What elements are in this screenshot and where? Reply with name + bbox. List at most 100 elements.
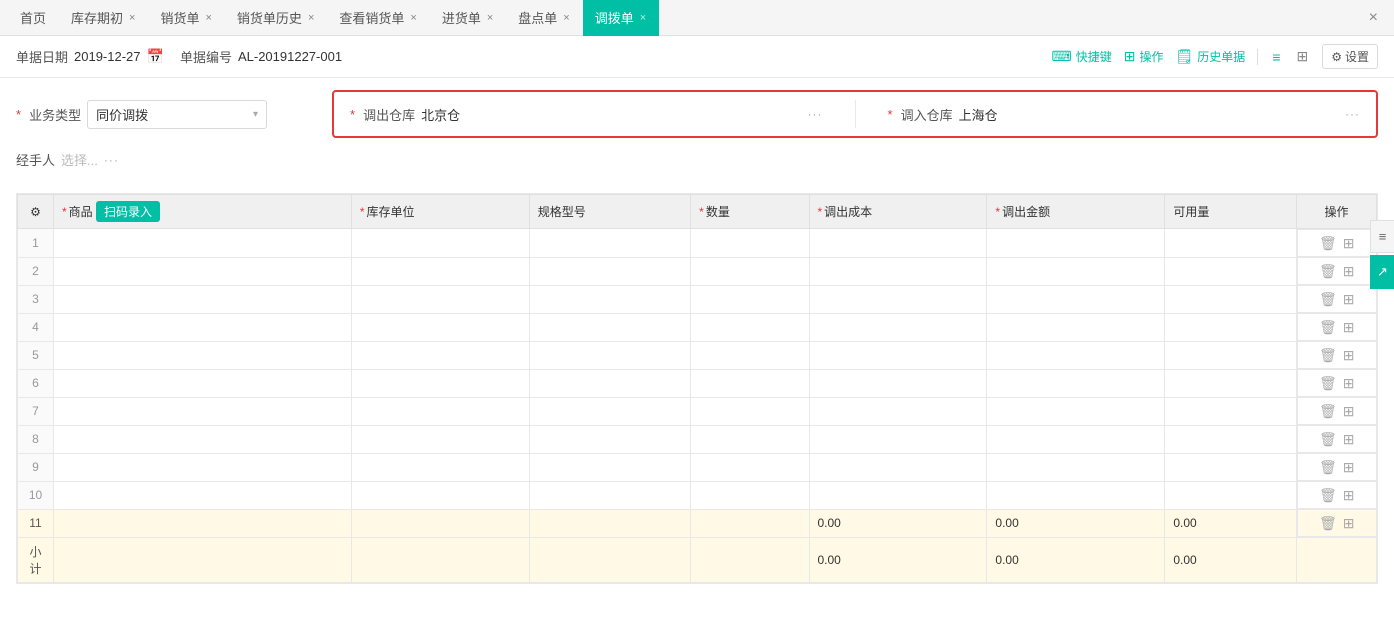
row-spec[interactable] xyxy=(529,481,690,509)
th-gear-col[interactable]: ⚙ xyxy=(18,195,54,229)
row-copy-btn[interactable]: ⊞ xyxy=(1342,430,1356,449)
row-unit[interactable] xyxy=(351,397,529,425)
row-copy-btn[interactable]: ⊞ xyxy=(1342,346,1356,365)
row-amount[interactable] xyxy=(987,257,1165,285)
row-spec[interactable] xyxy=(529,285,690,313)
row-amount[interactable] xyxy=(987,481,1165,509)
row-available[interactable] xyxy=(1165,285,1297,313)
side-expand-btn[interactable]: ↗ xyxy=(1370,255,1394,289)
row-goods[interactable] xyxy=(54,285,352,313)
row-copy-btn[interactable]: ⊞ xyxy=(1342,374,1356,393)
row-qty[interactable] xyxy=(691,481,809,509)
row-available[interactable] xyxy=(1165,453,1297,481)
row-available[interactable] xyxy=(1165,313,1297,341)
row-qty[interactable] xyxy=(691,285,809,313)
row-amount[interactable] xyxy=(987,425,1165,453)
row-qty[interactable] xyxy=(691,257,809,285)
row-amount[interactable] xyxy=(987,369,1165,397)
row-delete-btn[interactable]: 🗑 xyxy=(1318,374,1338,393)
row-qty[interactable] xyxy=(691,397,809,425)
row-delete-btn[interactable]: 🗑 xyxy=(1318,514,1338,533)
row-available[interactable] xyxy=(1165,257,1297,285)
row-unit[interactable] xyxy=(351,257,529,285)
row-delete-btn[interactable]: 🗑 xyxy=(1318,346,1338,365)
row-amount[interactable] xyxy=(987,285,1165,313)
tab-close-view-sales[interactable]: × xyxy=(410,12,416,24)
row-unit[interactable] xyxy=(351,453,529,481)
handler-more-btn[interactable]: ··· xyxy=(104,153,119,167)
row-cost[interactable] xyxy=(809,341,987,369)
row-unit[interactable] xyxy=(351,285,529,313)
row-delete-btn[interactable]: 🗑 xyxy=(1318,430,1338,449)
transfer-out-more-btn[interactable]: ··· xyxy=(808,107,823,121)
row-spec[interactable] xyxy=(529,229,690,258)
tab-home[interactable]: 首页 xyxy=(8,0,59,36)
row-goods[interactable] xyxy=(54,425,352,453)
side-list-btn[interactable]: ≡ xyxy=(1370,220,1394,253)
row-delete-btn[interactable]: 🗑 xyxy=(1318,458,1338,477)
doc-date-value[interactable]: 2019-12-27 xyxy=(74,49,141,64)
tab-view-sales[interactable]: 查看销货单 × xyxy=(327,0,429,36)
tab-transfer[interactable]: 调拨单 × xyxy=(583,0,659,36)
row-delete-btn[interactable]: 🗑 xyxy=(1318,234,1338,253)
row-unit[interactable] xyxy=(351,341,529,369)
row-cost[interactable] xyxy=(809,481,987,509)
row-copy-btn[interactable]: ⊞ xyxy=(1342,514,1356,533)
tab-close-stocktake[interactable]: × xyxy=(563,12,569,24)
row-amount[interactable] xyxy=(987,229,1165,258)
row-goods[interactable] xyxy=(54,453,352,481)
row-unit[interactable] xyxy=(351,425,529,453)
row-available[interactable] xyxy=(1165,481,1297,509)
row-goods[interactable] xyxy=(54,313,352,341)
row-available[interactable] xyxy=(1165,397,1297,425)
row-delete-btn[interactable]: 🗑 xyxy=(1318,486,1338,505)
row-goods[interactable] xyxy=(54,229,352,258)
handler-value[interactable]: 选择... xyxy=(61,150,98,169)
history-btn[interactable]: 🗒 历史单据 xyxy=(1176,48,1246,65)
row-spec[interactable] xyxy=(529,453,690,481)
row-cost[interactable] xyxy=(809,453,987,481)
row-qty[interactable] xyxy=(691,313,809,341)
row-qty[interactable] xyxy=(691,369,809,397)
transfer-in-value[interactable]: 上海仓 xyxy=(959,105,1339,124)
row-spec[interactable] xyxy=(529,369,690,397)
row-amount[interactable] xyxy=(987,313,1165,341)
row-available[interactable] xyxy=(1165,341,1297,369)
tab-sales-order[interactable]: 销货单 × xyxy=(148,0,224,36)
calendar-icon[interactable]: 📅 xyxy=(147,48,164,65)
row-cost[interactable] xyxy=(809,229,987,258)
row-available[interactable] xyxy=(1165,369,1297,397)
row-spec[interactable] xyxy=(529,313,690,341)
row-copy-btn[interactable]: ⊞ xyxy=(1342,486,1356,505)
scan-entry-btn[interactable]: 扫码录入 xyxy=(96,201,160,222)
tab-close-sales-order[interactable]: × xyxy=(205,12,211,24)
row-unit[interactable] xyxy=(351,313,529,341)
row-cost[interactable] xyxy=(809,425,987,453)
tab-close-transfer[interactable]: × xyxy=(640,12,646,24)
row-amount[interactable] xyxy=(987,453,1165,481)
row-delete-btn[interactable]: 🗑 xyxy=(1318,290,1338,309)
row-cost[interactable] xyxy=(809,257,987,285)
tab-close-purchase[interactable]: × xyxy=(487,12,493,24)
row-cost[interactable] xyxy=(809,285,987,313)
row-qty[interactable] xyxy=(691,341,809,369)
row-delete-btn[interactable]: 🗑 xyxy=(1318,318,1338,337)
row-spec[interactable] xyxy=(529,341,690,369)
list-view-btn[interactable]: ≡ xyxy=(1270,47,1282,67)
row-cost[interactable] xyxy=(809,397,987,425)
row-cost[interactable] xyxy=(809,369,987,397)
tab-sales-history[interactable]: 销货单历史 × xyxy=(225,0,327,36)
tab-close-inventory-init[interactable]: × xyxy=(129,12,135,24)
settings-btn[interactable]: ⚙ 设置 xyxy=(1322,44,1378,69)
row-delete-btn[interactable]: 🗑 xyxy=(1318,262,1338,281)
row-amount[interactable] xyxy=(987,341,1165,369)
row-spec[interactable] xyxy=(529,257,690,285)
tab-inventory-init[interactable]: 库存期初 × xyxy=(59,0,148,36)
window-close-btn[interactable]: × xyxy=(1361,9,1386,27)
row-unit[interactable] xyxy=(351,481,529,509)
row-spec[interactable] xyxy=(529,397,690,425)
row-qty[interactable] xyxy=(691,229,809,258)
row-amount[interactable] xyxy=(987,397,1165,425)
grid-view-btn[interactable]: ⊞ xyxy=(1294,46,1310,67)
operations-btn[interactable]: ⊞ 操作 xyxy=(1124,48,1164,65)
